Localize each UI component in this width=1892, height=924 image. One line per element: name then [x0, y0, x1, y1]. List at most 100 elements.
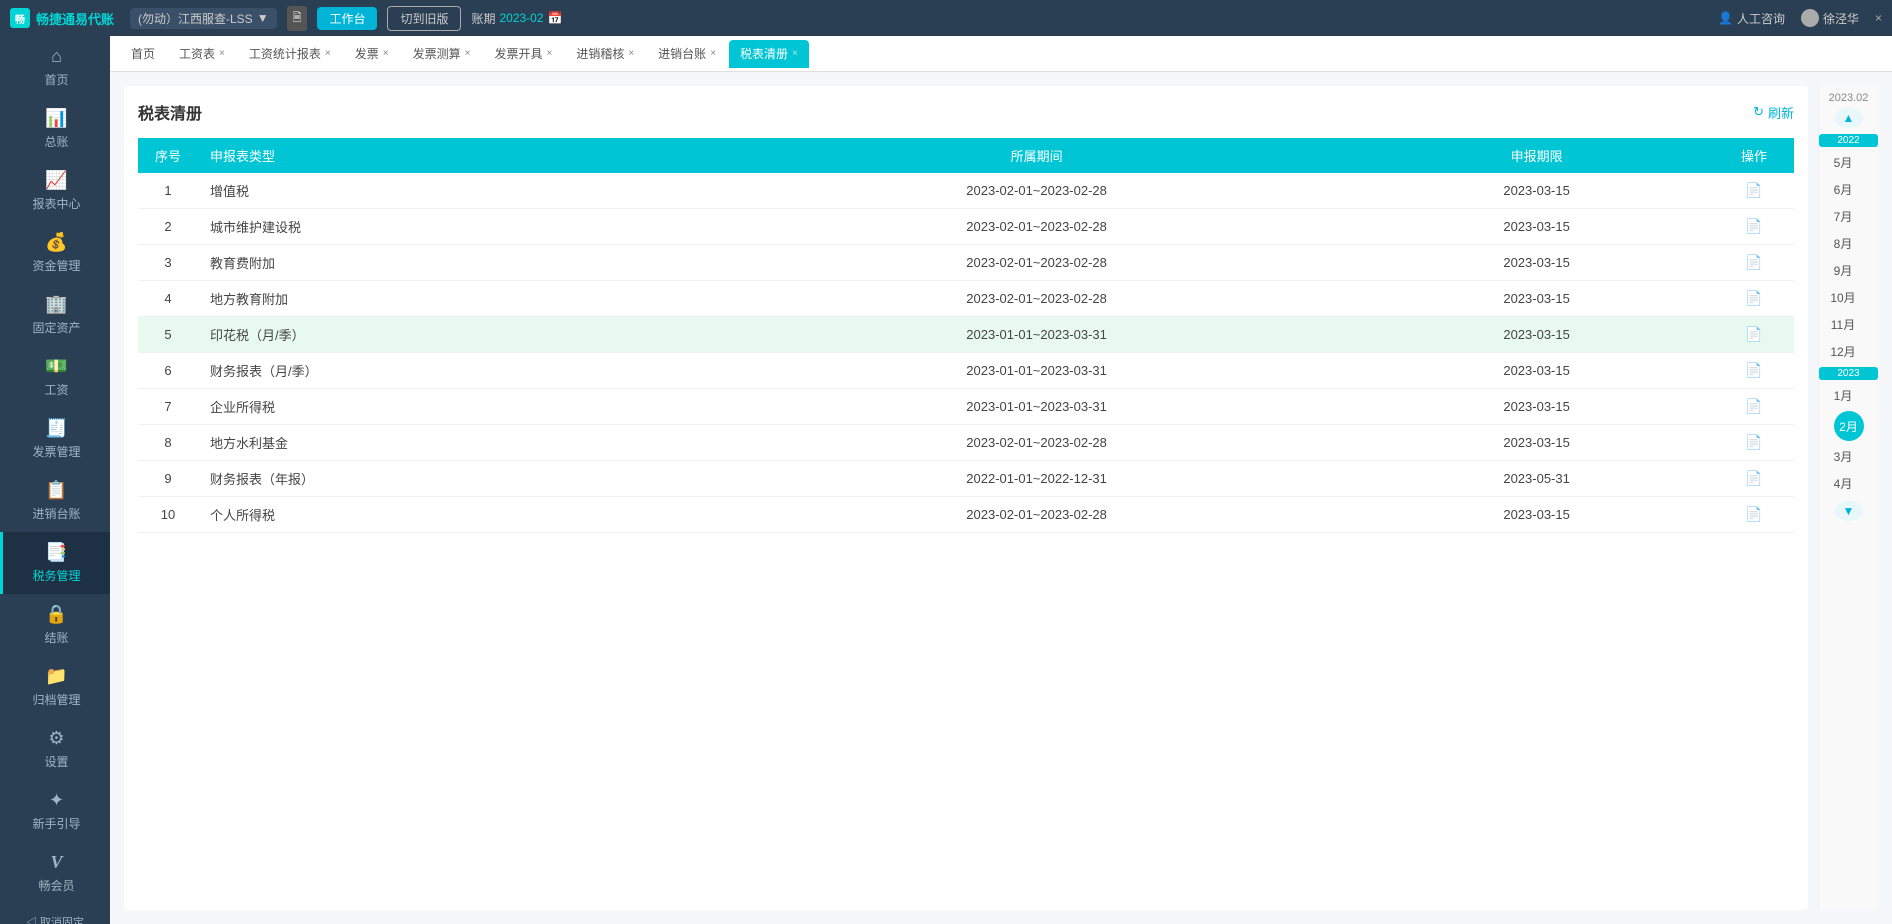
tab-purchase-check-close[interactable]: × [628, 48, 634, 59]
sidebar-item-invoice[interactable]: 🧾 发票管理 [0, 408, 110, 470]
cell-action: 📄 [1714, 173, 1794, 209]
tab-salary[interactable]: 工资表 × [168, 40, 236, 68]
tab-purchase-ledger[interactable]: 进销台账 × [647, 40, 727, 68]
cell-type: 财务报表（月/季） [198, 353, 714, 389]
action-view-icon[interactable]: 📄 [1745, 182, 1762, 198]
period-area: 账期 2023-02 📅 [471, 10, 562, 27]
table-container: 序号 申报表类型 所属期间 申报期限 操作 1增值税2023-02-01~202… [138, 138, 1794, 896]
month-2022-7[interactable]: 7月 [1819, 203, 1867, 230]
sidebar-item-archive[interactable]: 📁 归档管理 [0, 656, 110, 718]
salary-icon: 💵 [45, 356, 67, 377]
month-2022-10[interactable]: 10月 [1819, 284, 1867, 311]
month-2023-1[interactable]: 1月 [1819, 382, 1867, 409]
tab-invoice-open[interactable]: 发票开具 × [483, 40, 563, 68]
tab-tax-list-close[interactable]: × [792, 48, 798, 59]
tab-tax-list[interactable]: 税表清册 × [729, 40, 809, 68]
sidebar-item-settings[interactable]: ⚙ 设置 [0, 718, 110, 780]
tab-purchase-ledger-close[interactable]: × [710, 48, 716, 59]
cell-no: 10 [138, 497, 198, 533]
cell-deadline: 2023-03-15 [1359, 353, 1714, 389]
consult-button[interactable]: 👤 人工咨询 [1718, 10, 1785, 27]
sidebar-item-report[interactable]: 📈 报表中心 [0, 160, 110, 222]
sidebar-item-guide[interactable]: ✦ 新手引导 [0, 780, 110, 842]
sidebar-item-close[interactable]: 🔒 结账 [0, 594, 110, 656]
sidebar-item-purchase[interactable]: 📋 进销台账 [0, 470, 110, 532]
tax-table: 序号 申报表类型 所属期间 申报期限 操作 1增值税2023-02-01~202… [138, 138, 1794, 533]
cell-deadline: 2023-03-15 [1359, 497, 1714, 533]
month-2022-11[interactable]: 11月 [1819, 311, 1867, 338]
tab-invoice-close[interactable]: × [383, 48, 389, 59]
tab-invoice[interactable]: 发票 × [344, 40, 400, 68]
action-view-icon[interactable]: 📄 [1745, 218, 1762, 234]
cell-period: 2023-02-01~2023-02-28 [714, 209, 1359, 245]
switch-button[interactable]: 切到旧版 [387, 6, 461, 31]
settings-icon: ⚙ [48, 728, 64, 749]
close-icon[interactable]: × [1875, 11, 1882, 25]
tab-home[interactable]: 首页 [120, 40, 166, 68]
year-2023-section: 2023 1月 2月 3月 4月 [1819, 365, 1878, 497]
month-2022-5[interactable]: 5月 [1819, 149, 1867, 176]
tab-salary-report[interactable]: 工资统计报表 × [238, 40, 342, 68]
calendar-icon[interactable]: 📅 [548, 11, 563, 25]
action-view-icon[interactable]: 📄 [1745, 434, 1762, 450]
calendar-nav-down[interactable]: ▼ [1835, 501, 1863, 521]
month-2022-12[interactable]: 12月 [1819, 338, 1867, 365]
company-selector[interactable]: (勿动）江西服查-LSS ▼ [130, 8, 277, 29]
cell-action: 📄 [1714, 461, 1794, 497]
sidebar-item-member[interactable]: V 畅会员 [0, 842, 110, 904]
sidebar-item-home[interactable]: ⌂ 首页 [0, 36, 110, 98]
fixed-icon: 🏢 [45, 294, 67, 315]
month-2022-8[interactable]: 8月 [1819, 230, 1867, 257]
cell-deadline: 2023-05-31 [1359, 461, 1714, 497]
month-2022-9[interactable]: 9月 [1819, 257, 1867, 284]
sidebar-unpin-button[interactable]: ◁ 取消固定 [0, 904, 110, 924]
table-row: 8地方水利基金2023-02-01~2023-02-282023-03-15📄 [138, 425, 1794, 461]
sidebar-label-settings: 设置 [44, 753, 68, 770]
tab-invoice-open-close[interactable]: × [546, 48, 552, 59]
action-view-icon[interactable]: 📄 [1745, 506, 1762, 522]
user-menu[interactable]: 徐泾华 [1801, 9, 1859, 27]
tab-invoice-calc[interactable]: 发票测算 × [402, 40, 482, 68]
action-view-icon[interactable]: 📄 [1745, 398, 1762, 414]
panel-period-label: 2023.02 [1829, 92, 1869, 104]
action-view-icon[interactable]: 📄 [1745, 290, 1762, 306]
calendar-nav-up[interactable]: ▲ [1835, 108, 1863, 128]
cell-type: 印花税（月/季） [198, 317, 714, 353]
month-2023-3[interactable]: 3月 [1819, 443, 1867, 470]
cell-deadline: 2023-03-15 [1359, 209, 1714, 245]
tab-home-label: 首页 [131, 45, 155, 62]
sidebar-label-report: 报表中心 [32, 195, 80, 212]
sidebar-item-salary[interactable]: 💵 工资 [0, 346, 110, 408]
workspace-button[interactable]: 工作台 [317, 7, 377, 30]
tab-purchase-check[interactable]: 进销稽核 × [565, 40, 645, 68]
cell-period: 2023-02-01~2023-02-28 [714, 425, 1359, 461]
table-row: 4地方教育附加2023-02-01~2023-02-282023-03-15📄 [138, 281, 1794, 317]
cell-action: 📄 [1714, 353, 1794, 389]
tab-purchase-check-label: 进销稽核 [576, 45, 624, 62]
col-type: 申报表类型 [198, 138, 714, 173]
company-name: (勿动）江西服查-LSS [138, 10, 253, 27]
header-right: 👤 人工咨询 徐泾华 × [1718, 9, 1882, 27]
action-view-icon[interactable]: 📄 [1745, 254, 1762, 270]
month-2023-2[interactable]: 2月 [1834, 411, 1864, 441]
copy-icon-btn[interactable]: 🗎 [287, 6, 308, 31]
sidebar-label-purchase: 进销台账 [32, 505, 80, 522]
sidebar-item-fixed[interactable]: 🏢 固定资产 [0, 284, 110, 346]
tab-invoice-calc-close[interactable]: × [465, 48, 471, 59]
refresh-button[interactable]: ↻ 刷新 [1753, 103, 1794, 122]
action-view-icon[interactable]: 📄 [1745, 326, 1762, 342]
month-2023-4[interactable]: 4月 [1819, 470, 1867, 497]
tab-salary-report-close[interactable]: × [325, 48, 331, 59]
month-2022-6[interactable]: 6月 [1819, 176, 1867, 203]
tab-invoice-calc-label: 发票测算 [413, 45, 461, 62]
tab-salary-close[interactable]: × [219, 48, 225, 59]
member-icon: V [50, 852, 62, 873]
sidebar-item-ledger[interactable]: 📊 总账 [0, 98, 110, 160]
action-view-icon[interactable]: 📄 [1745, 470, 1762, 486]
app-logo-icon: 畅 [10, 8, 30, 28]
sidebar-item-fund[interactable]: 💰 资金管理 [0, 222, 110, 284]
cell-deadline: 2023-03-15 [1359, 317, 1714, 353]
cell-type: 城市维护建设税 [198, 209, 714, 245]
sidebar-item-tax[interactable]: 📑 税务管理 [0, 532, 110, 594]
action-view-icon[interactable]: 📄 [1745, 362, 1762, 378]
